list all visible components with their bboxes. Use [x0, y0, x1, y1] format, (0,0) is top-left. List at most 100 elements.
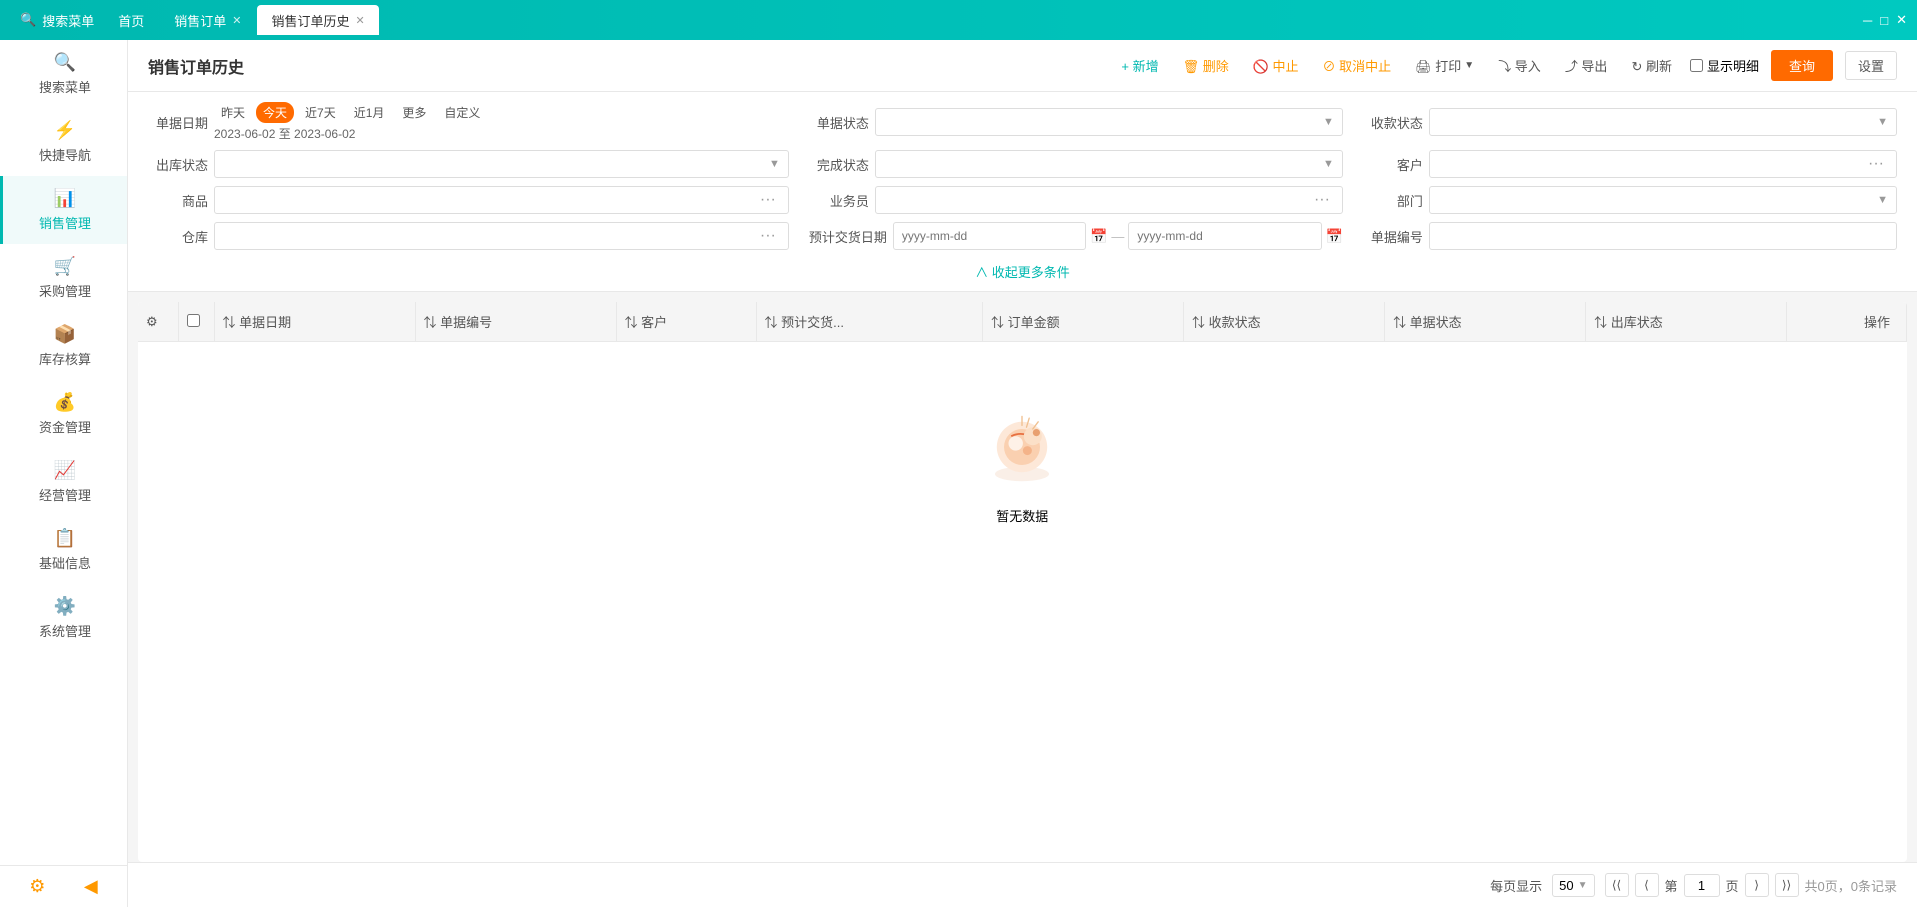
customer-select[interactable]: ··· [1429, 150, 1897, 178]
col-order-amount[interactable]: ⇅ 订单金额 [983, 302, 1184, 342]
department-filter: 部门 ▼ [1363, 186, 1897, 214]
top-bar: 🔍 搜索菜单 首页 销售订单 ✕ 销售订单历史 ✕ ─ □ ✕ [0, 0, 1917, 40]
customer-dots[interactable]: ··· [1864, 155, 1888, 173]
collapse-filters[interactable]: ∧ 收起更多条件 [148, 258, 1897, 281]
date-btn-yesterday[interactable]: 昨天 [214, 102, 252, 123]
settings-bottom-icon[interactable]: ⚙ [29, 876, 45, 897]
goods-select[interactable]: ··· [214, 186, 789, 214]
next-page-button[interactable]: ⟩ [1745, 873, 1769, 897]
export-button[interactable]: ⤴ 导出 [1559, 52, 1614, 79]
page-size-arrow: ▼ [1578, 880, 1588, 891]
salesperson-filter: 业务员 ··· [809, 186, 1343, 214]
calendar-to-icon[interactable]: 📅 [1326, 228, 1343, 245]
sidebar: 🔍 搜索菜单 ⚡ 快捷导航 📊 销售管理 🛒 采购管理 📦 库存核算 💰 资金管… [0, 40, 128, 907]
sidebar-item-purchase[interactable]: 🛒 采购管理 [0, 244, 127, 312]
select-all-checkbox[interactable] [187, 314, 200, 327]
page-size-select[interactable]: 50 ▼ [1552, 874, 1594, 897]
refresh-button[interactable]: ↻ 刷新 [1625, 52, 1678, 79]
col-customer[interactable]: ⇅ 客户 [616, 302, 756, 342]
stop-button[interactable]: 🚫 中止 [1247, 52, 1305, 79]
col-payment-status[interactable]: ⇅ 收款状态 [1184, 302, 1385, 342]
last-page-button[interactable]: ⟩⟩ [1775, 873, 1799, 897]
show-details-input[interactable] [1690, 59, 1703, 72]
settings-button[interactable]: 设置 [1845, 51, 1897, 80]
sidebar-item-finance[interactable]: 💰 资金管理 [0, 380, 127, 448]
tab-sales-order-history-close[interactable]: ✕ [355, 14, 364, 27]
out-status-arrow: ▼ [769, 158, 780, 170]
goods-label: 商品 [148, 191, 208, 210]
warehouse-select[interactable]: ··· [214, 222, 789, 250]
tab-home[interactable]: 首页 [104, 5, 158, 35]
out-status-select[interactable]: ▼ [214, 150, 789, 178]
print-button[interactable]: 🖨 打印 ▼ [1409, 52, 1480, 79]
window-maximize-icon[interactable]: □ [1880, 13, 1888, 28]
show-details-checkbox[interactable]: 显示明细 [1690, 56, 1759, 75]
search-menu-label: 搜索菜单 [42, 11, 94, 30]
window-close-icon[interactable]: ✕ [1896, 12, 1907, 28]
expected-date-to[interactable] [1128, 222, 1321, 250]
date-btn-more[interactable]: 更多 [395, 102, 433, 123]
date-range: 昨天 今天 近7天 近1月 更多 自定义 2023-06-02 至 2023-0… [214, 102, 487, 142]
sidebar-item-system[interactable]: ⚙️ 系统管理 [0, 584, 127, 652]
customer-label: 客户 [1363, 155, 1423, 174]
date-buttons: 昨天 今天 近7天 近1月 更多 自定义 [214, 102, 487, 123]
sidebar-item-basic[interactable]: 📋 基础信息 [0, 516, 127, 584]
prev-page-button[interactable]: ⟨ [1635, 873, 1659, 897]
sidebar-item-quick-nav[interactable]: ⚡ 快捷导航 [0, 108, 127, 176]
payment-status-filter: 收款状态 ▼ [1363, 108, 1897, 136]
bill-number-input[interactable] [1429, 222, 1897, 250]
salesperson-dots[interactable]: ··· [1310, 191, 1334, 209]
expected-date-from[interactable] [893, 222, 1086, 250]
payment-status-select[interactable]: ▼ [1429, 108, 1897, 136]
delete-button[interactable]: 🗑 删除 [1177, 52, 1235, 79]
department-arrow: ▼ [1877, 194, 1888, 206]
window-minimize-icon[interactable]: ─ [1863, 13, 1872, 28]
table-area: ⚙ ⇅ 单据日期 ⇅ 单据编号 [138, 302, 1907, 862]
col-out-status[interactable]: ⇅ 出库状态 [1586, 302, 1787, 342]
first-page-button[interactable]: ⟨⟨ [1605, 873, 1629, 897]
customer-control: ··· [1429, 150, 1897, 178]
date-btn-custom[interactable]: 自定义 [437, 102, 487, 123]
col-bill-status[interactable]: ⇅ 单据状态 [1385, 302, 1586, 342]
cancel-stop-button[interactable]: ⊘ 取消中止 [1317, 52, 1398, 79]
import-button[interactable]: ⤵ 导入 [1492, 52, 1547, 79]
search-menu[interactable]: 🔍 搜索菜单 [10, 11, 104, 30]
expected-date-label: 预计交货日期 [809, 227, 887, 246]
col-settings[interactable]: ⚙ [138, 302, 178, 342]
bill-status-select[interactable]: ▼ [875, 108, 1343, 136]
tab-sales-order[interactable]: 销售订单 ✕ [160, 5, 255, 35]
sidebar-item-operations[interactable]: 📈 经营管理 [0, 448, 127, 516]
inventory-icon: 📦 [54, 324, 76, 345]
calendar-from-icon[interactable]: 📅 [1090, 228, 1107, 245]
col-bill-date[interactable]: ⇅ 单据日期 [214, 302, 415, 342]
empty-state: 暂无数据 [138, 342, 1907, 585]
query-button[interactable]: 查询 [1771, 50, 1833, 81]
salesperson-select[interactable]: ··· [875, 186, 1343, 214]
out-status-control: ▼ [214, 150, 789, 178]
sidebar-item-search-label: 搜索菜单 [39, 77, 91, 96]
col-bill-number[interactable]: ⇅ 单据编号 [415, 302, 616, 342]
date-btn-1month[interactable]: 近1月 [347, 102, 392, 123]
current-page-input[interactable] [1684, 874, 1720, 897]
print-dropdown-icon[interactable]: ▼ [1464, 60, 1474, 71]
bill-number-control [1429, 222, 1897, 250]
tab-sales-order-history[interactable]: 销售订单历史 ✕ [257, 5, 378, 35]
goods-dots[interactable]: ··· [756, 191, 780, 209]
col-expected-date[interactable]: ⇅ 预计交货... [756, 302, 982, 342]
sidebar-item-sales[interactable]: 📊 销售管理 [0, 176, 127, 244]
collapse-sidebar-icon[interactable]: ◀ [84, 876, 98, 897]
complete-status-select[interactable]: ▼ [875, 150, 1343, 178]
date-btn-today[interactable]: 今天 [256, 102, 294, 123]
export-button-label: ⤴ 导出 [1565, 56, 1608, 75]
warehouse-label: 仓库 [148, 227, 208, 246]
warehouse-dots[interactable]: ··· [756, 227, 780, 245]
page-title: 销售订单历史 [148, 54, 244, 78]
date-btn-7days[interactable]: 近7天 [298, 102, 343, 123]
add-button[interactable]: + 新增 [1115, 52, 1164, 79]
sidebar-item-search[interactable]: 🔍 搜索菜单 [0, 40, 127, 108]
sidebar-item-inventory[interactable]: 📦 库存核算 [0, 312, 127, 380]
table-header-row: ⚙ ⇅ 单据日期 ⇅ 单据编号 [138, 302, 1907, 342]
data-table: ⚙ ⇅ 单据日期 ⇅ 单据编号 [138, 302, 1907, 585]
department-select[interactable]: ▼ [1429, 186, 1897, 214]
tab-sales-order-close[interactable]: ✕ [232, 14, 241, 27]
